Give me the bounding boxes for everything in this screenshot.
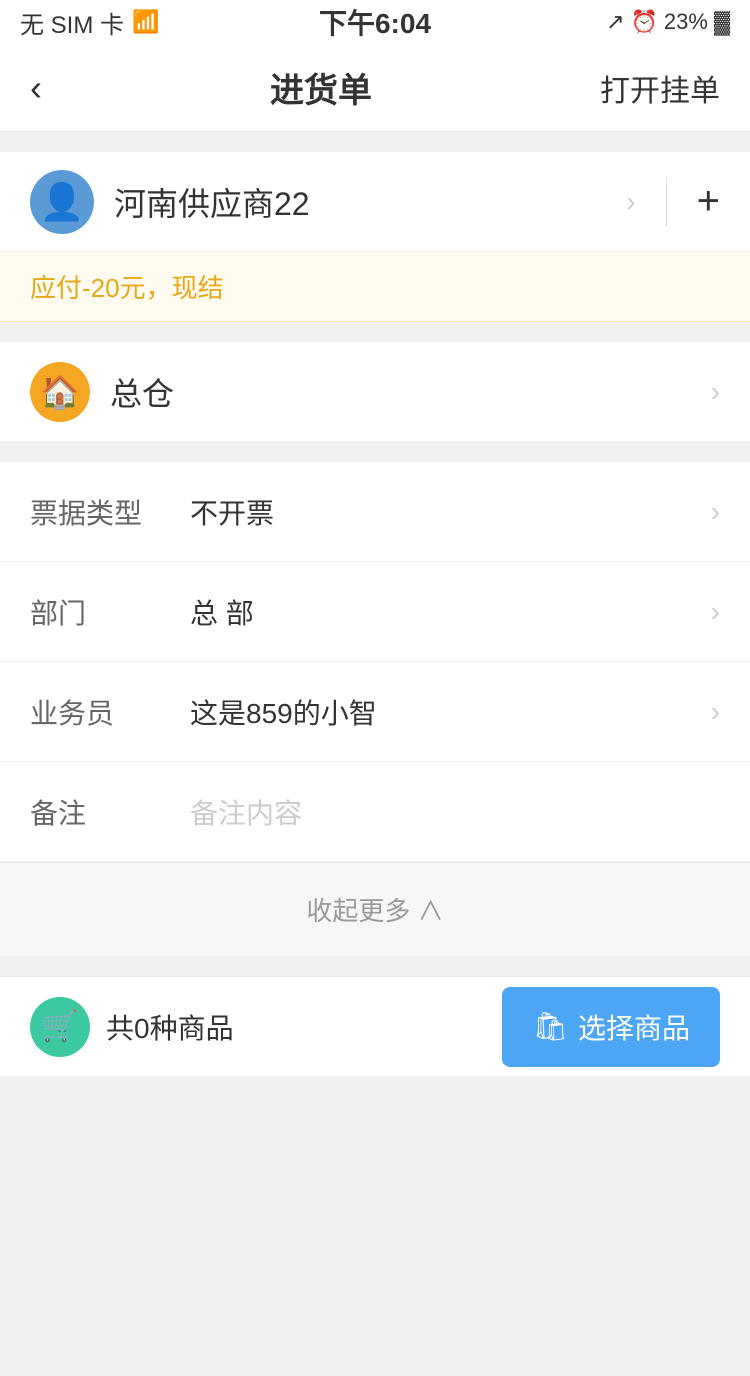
section-divider-2 (0, 322, 750, 342)
cart-icon: 🛒 (41, 1009, 78, 1044)
warehouse-section: 🏠 总仓 › (0, 342, 750, 442)
status-time: 下午6:04 (319, 2, 431, 42)
battery-label: 23% (664, 9, 708, 35)
select-product-icon: 🛍 (532, 1010, 568, 1043)
section-divider-3 (0, 442, 750, 462)
department-row[interactable]: 部门 总 部 › (0, 562, 750, 662)
location-icon: ↗ (606, 9, 624, 35)
department-label: 部门 (30, 592, 170, 632)
supplier-section: 👤 河南供应商22 › + 应付-20元，现结 (0, 152, 750, 322)
bottom-fill (0, 1076, 750, 1376)
ticket-type-value: 不开票 (170, 492, 711, 532)
alarm-icon: ⏰ (631, 9, 658, 35)
chevron-right-icon: › (711, 696, 720, 728)
chevron-right-icon: › (626, 186, 635, 218)
avatar: 👤 (30, 170, 94, 234)
remark-row[interactable]: 备注 备注内容 (0, 762, 750, 862)
section-divider-1 (0, 132, 750, 152)
notice-text: 应付-20元，现结 (30, 273, 224, 303)
user-icon: 👤 (40, 181, 85, 223)
supplier-row[interactable]: 👤 河南供应商22 › + (0, 152, 750, 252)
remark-input[interactable]: 备注内容 (170, 792, 720, 832)
select-product-button[interactable]: 🛍 选择商品 (502, 987, 720, 1067)
nav-bar: ‹ 进货单 打开挂单 (0, 44, 750, 132)
chevron-right-icon: › (711, 496, 720, 528)
open-pending-button[interactable]: 打开挂单 (600, 66, 720, 110)
product-count: 共0种商品 (106, 1007, 234, 1047)
product-icon-wrap: 🛒 (30, 997, 90, 1057)
salesperson-row[interactable]: 业务员 这是859的小智 › (0, 662, 750, 762)
ticket-type-row[interactable]: 票据类型 不开票 › (0, 462, 750, 562)
wifi-icon: 📶 (132, 9, 159, 35)
department-value: 总 部 (170, 592, 711, 632)
warehouse-row[interactable]: 🏠 总仓 › (0, 342, 750, 442)
vertical-divider (666, 177, 667, 227)
collapse-row[interactable]: 收起更多 ∧ (0, 862, 750, 956)
chevron-right-icon: › (711, 376, 720, 408)
fields-section: 票据类型 不开票 › 部门 总 部 › 业务员 这是859的小智 › 备注 备注… (0, 462, 750, 956)
warehouse-icon-wrap: 🏠 (30, 362, 90, 422)
sim-label: 无 SIM 卡 (20, 5, 124, 40)
collapse-label: 收起更多 ∧ (306, 891, 443, 928)
supplier-name: 河南供应商22 (114, 179, 626, 225)
salesperson-label: 业务员 (30, 692, 170, 732)
ticket-type-label: 票据类型 (30, 492, 170, 532)
back-button[interactable]: ‹ (30, 67, 42, 109)
page-title: 进货单 (270, 63, 372, 112)
status-left: 无 SIM 卡 📶 (20, 5, 159, 40)
remark-label: 备注 (30, 792, 170, 832)
notice-bar: 应付-20元，现结 (0, 252, 750, 322)
salesperson-value: 这是859的小智 (170, 692, 711, 732)
product-bar: 🛒 共0种商品 🛍 选择商品 (0, 976, 750, 1076)
add-button[interactable]: + (697, 179, 720, 224)
chevron-right-icon: › (711, 596, 720, 628)
status-bar: 无 SIM 卡 📶 下午6:04 ↗ ⏰ 23% ▓ (0, 0, 750, 44)
status-right: ↗ ⏰ 23% ▓ (606, 9, 730, 35)
supplier-actions: › + (626, 177, 720, 227)
product-left: 🛒 共0种商品 (30, 997, 234, 1057)
select-product-label: 选择商品 (578, 1007, 690, 1047)
warehouse-label: 总仓 (110, 369, 711, 415)
warehouse-icon: 🏠 (40, 373, 80, 411)
battery-icon: ▓ (714, 9, 730, 35)
